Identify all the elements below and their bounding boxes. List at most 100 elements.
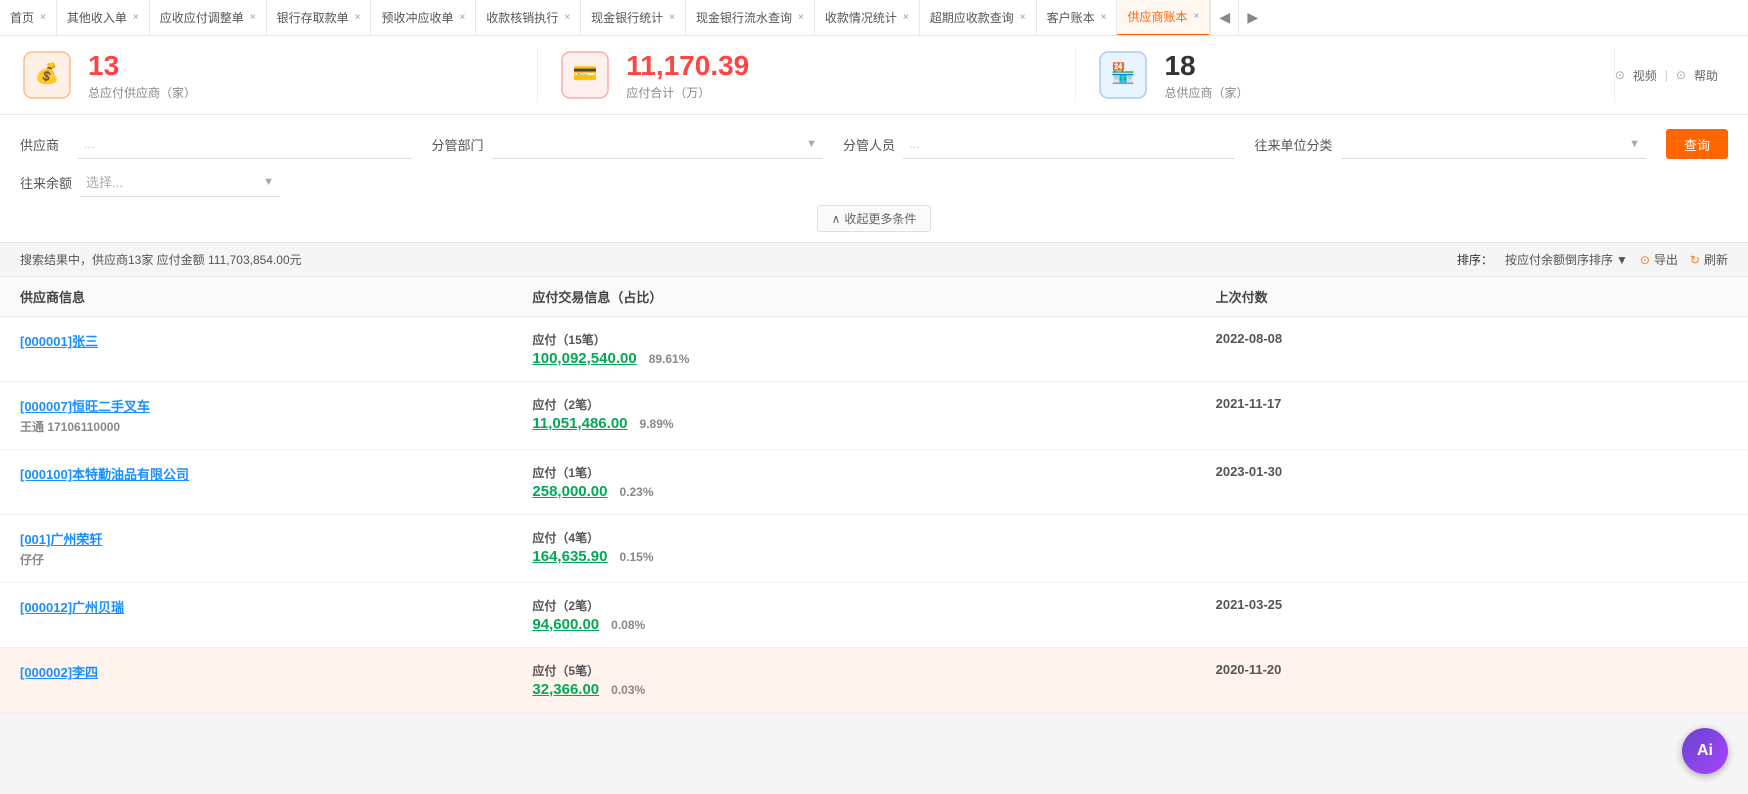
trade-label-0: 应付（15笔）	[532, 331, 1215, 348]
col-header-last-pay: 上次付数	[1216, 287, 1558, 306]
trade-amount-5[interactable]: 32,366.00	[532, 681, 599, 698]
filter-input-person[interactable]	[903, 129, 1234, 159]
nav-tab-bank[interactable]: 银行存取款单 ×	[267, 0, 372, 36]
nav-tab-home-close[interactable]: ×	[40, 12, 46, 23]
sort-label: 排序：	[1457, 251, 1493, 268]
last-pay-date-1: 2021-11-17	[1216, 396, 1282, 411]
trade-info-3: 应付（4笔） 164,635.90 0.15%	[532, 529, 1215, 565]
filter-unit-class-dropdown[interactable]: ▼	[1341, 129, 1646, 159]
ai-button[interactable]: Ai	[1682, 728, 1728, 774]
supplier-link-1[interactable]: [000007]恒旺二手叉车	[20, 399, 150, 414]
trade-amount-3[interactable]: 164,635.90	[532, 548, 607, 565]
filter-balance-dropdown[interactable]: ▼	[80, 167, 280, 197]
trade-amount-0[interactable]: 100,092,540.00	[532, 350, 636, 367]
nav-tab-home[interactable]: 首页 ×	[0, 0, 57, 36]
filter-input-unit-class[interactable]	[1341, 129, 1646, 159]
refresh-button[interactable]: ↻ 刷新	[1690, 251, 1728, 268]
nav-tab-collection-label: 收款核销执行	[486, 9, 558, 26]
filter-label-dept: 分管部门	[432, 135, 484, 154]
search-button[interactable]: 查询	[1666, 129, 1728, 159]
stat-number-total-suppliers: 18	[1164, 49, 1248, 83]
nav-tab-cash-bank-stat-close[interactable]: ×	[669, 12, 675, 23]
nav-tab-adjust-close[interactable]: ×	[250, 12, 256, 23]
collapse-button[interactable]: ∧ 收起更多条件	[817, 205, 932, 232]
result-bar-right: 排序： 按应付余额倒序排序 ▼ ⊙ 导出 ↻ 刷新	[1457, 251, 1728, 268]
nav-tab-cash-bank-flow-close[interactable]: ×	[798, 12, 804, 23]
trade-info-0: 应付（15笔） 100,092,540.00 89.61%	[532, 331, 1215, 367]
last-pay-5: 2020-11-20	[1216, 662, 1558, 677]
nav-tab-other-income[interactable]: 其他收入单 ×	[57, 0, 150, 36]
filter-item-supplier: 供应商	[20, 129, 412, 159]
trade-info-5: 应付（5笔） 32,366.00 0.03%	[532, 662, 1215, 698]
stat-card-payable-suppliers: 💰 13 总应付供应商（家）	[20, 48, 538, 102]
trade-percent-5: 0.03%	[611, 683, 645, 697]
nav-tab-supplier-ledger-close[interactable]: ×	[1193, 11, 1199, 22]
help-link[interactable]: 帮助	[1694, 67, 1718, 84]
stat-icon-total-payable: 💳	[558, 48, 612, 102]
supplier-info-5: [000002]李四	[20, 662, 532, 681]
supplier-sub-1: 王通 17106110000	[20, 418, 532, 435]
trade-percent-4: 0.08%	[611, 618, 645, 632]
stat-number-total-payable: 11,170.39	[626, 49, 749, 83]
supplier-link-0[interactable]: [000001]张三	[20, 334, 98, 349]
nav-tab-adjust[interactable]: 应收应付调整单 ×	[150, 0, 267, 36]
trade-amount-2[interactable]: 258,000.00	[532, 483, 607, 500]
supplier-link-4[interactable]: [000012]广州贝瑞	[20, 600, 124, 615]
trade-info-4: 应付（2笔） 94,600.00 0.08%	[532, 597, 1215, 633]
nav-tab-overdue-close[interactable]: ×	[1020, 12, 1026, 23]
supplier-link-3[interactable]: [001]广州荣轩	[20, 532, 102, 547]
trade-amount-1[interactable]: 11,051,486.00	[532, 415, 627, 432]
table-row: [000100]本特勤油品有限公司 应付（1笔） 258,000.00 0.23…	[0, 450, 1748, 515]
stat-label-payable: 总应付供应商（家）	[88, 84, 196, 101]
nav-tab-bank-close[interactable]: ×	[355, 12, 361, 23]
supplier-link-2[interactable]: [000100]本特勤油品有限公司	[20, 467, 189, 482]
nav-next-arrow[interactable]: ▶	[1238, 0, 1266, 36]
nav-tab-overdue-label: 超期应收款查询	[930, 9, 1014, 26]
table-row: [000007]恒旺二手叉车 王通 17106110000 应付（2笔） 11,…	[0, 382, 1748, 450]
filter-row-1: 供应商 分管部门 ▼ 分管人员 往来单位分类 ▼ 查询	[20, 129, 1728, 159]
nav-tab-customer-ledger[interactable]: 客户账本 ×	[1037, 0, 1118, 36]
nav-tab-collection[interactable]: 收款核销执行 ×	[476, 0, 581, 36]
last-pay-date-5: 2020-11-20	[1216, 662, 1282, 677]
filter-label-supplier: 供应商	[20, 135, 70, 154]
nav-tab-overdue[interactable]: 超期应收款查询 ×	[920, 0, 1037, 36]
nav-tab-cash-bank-stat-label: 现金银行统计	[591, 9, 663, 26]
filter-item-person: 分管人员	[843, 129, 1235, 159]
filter-dept-dropdown[interactable]: ▼	[492, 129, 823, 159]
col-header-supplier-info: 供应商信息	[20, 287, 532, 306]
top-nav: 首页 × 其他收入单 × 应收应付调整单 × 银行存取款单 × 预收冲应收单 ×…	[0, 0, 1748, 36]
video-link[interactable]: 视频	[1633, 67, 1657, 84]
export-label: 导出	[1654, 251, 1678, 268]
nav-tab-bank-label: 银行存取款单	[277, 9, 349, 26]
nav-tab-advance-close[interactable]: ×	[459, 12, 465, 23]
stat-label-total-suppliers: 总供应商（家）	[1164, 84, 1248, 101]
nav-tab-cash-bank-flow[interactable]: 现金银行流水查询 ×	[686, 0, 815, 36]
nav-tab-customer-ledger-label: 客户账本	[1047, 9, 1095, 26]
nav-tab-customer-ledger-close[interactable]: ×	[1101, 12, 1107, 23]
nav-tab-collection-close[interactable]: ×	[564, 12, 570, 23]
nav-tab-other-income-close[interactable]: ×	[133, 12, 139, 23]
nav-tab-supplier-ledger[interactable]: 供应商账本 ×	[1117, 0, 1210, 36]
nav-tab-advance[interactable]: 预收冲应收单 ×	[371, 0, 476, 36]
nav-tab-cash-bank-stat[interactable]: 现金银行统计 ×	[581, 0, 686, 36]
filter-input-supplier[interactable]	[78, 129, 412, 159]
trade-percent-2: 0.23%	[619, 485, 653, 499]
nav-tab-collection-stat[interactable]: 收款情况统计 ×	[815, 0, 920, 36]
nav-prev-arrow[interactable]: ◀	[1210, 0, 1238, 36]
svg-text:🏪: 🏪	[1111, 61, 1136, 85]
export-button[interactable]: ⊙ 导出	[1640, 251, 1678, 268]
filter-input-balance[interactable]	[80, 167, 280, 197]
filter-input-dept[interactable]	[492, 129, 823, 159]
trade-amount-4[interactable]: 94,600.00	[532, 616, 599, 633]
nav-tab-home-label: 首页	[10, 9, 34, 26]
last-pay-4: 2021-03-25	[1216, 597, 1558, 612]
collapse-icon: ∧	[832, 212, 841, 226]
stat-text-payable: 13 总应付供应商（家）	[88, 49, 196, 102]
refresh-icon: ↻	[1690, 253, 1700, 267]
table-header: 供应商信息 应付交易信息（占比） 上次付数	[0, 277, 1748, 317]
supplier-link-5[interactable]: [000002]李四	[20, 665, 98, 680]
stats-bar: 💰 13 总应付供应商（家） 💳 11,170.39 应付合计（万） 🏪	[0, 36, 1748, 115]
nav-tab-collection-stat-close[interactable]: ×	[903, 12, 909, 23]
sort-select[interactable]: 按应付余额倒序排序 ▼	[1505, 251, 1628, 268]
collapse-label: 收起更多条件	[844, 210, 916, 227]
